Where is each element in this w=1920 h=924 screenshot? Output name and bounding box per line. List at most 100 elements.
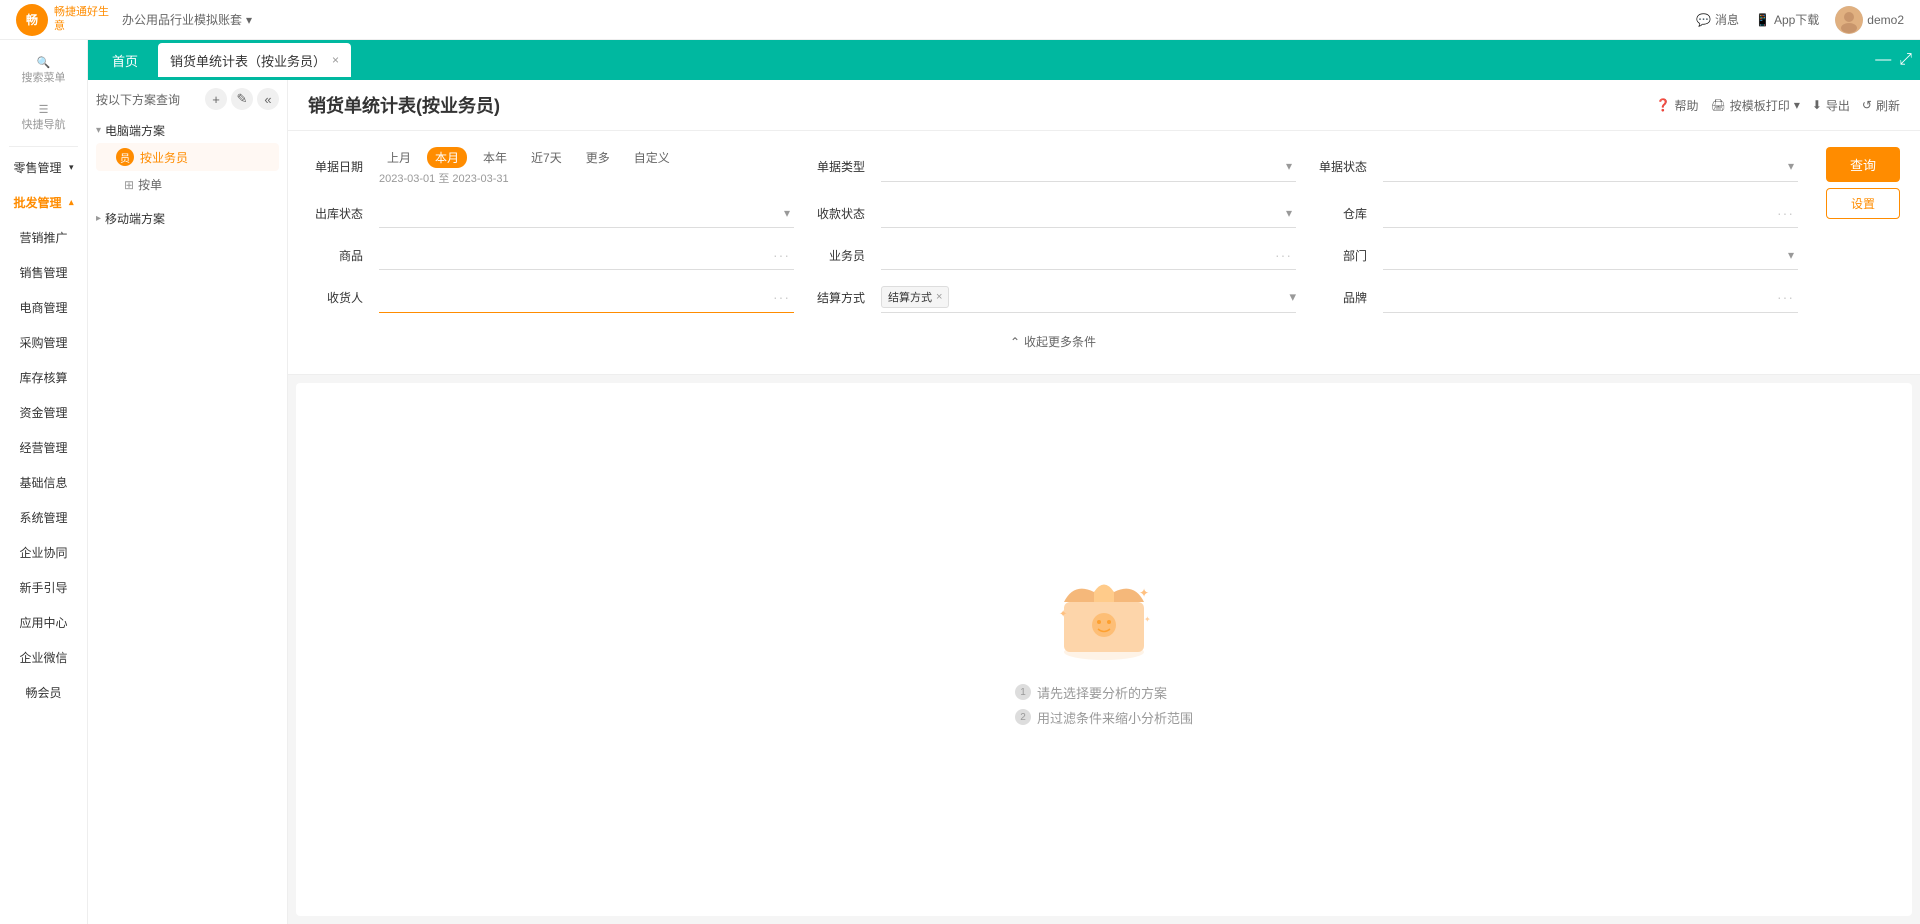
breadcrumb: 办公用品行业模拟账套 ▾ <box>122 11 252 28</box>
hint2-text: 用过滤条件来缩小分析范围 <box>1037 708 1193 727</box>
sidebar-item-operation[interactable]: 经营管理 <box>4 431 84 464</box>
tab-maximize-btn[interactable]: ⤢ <box>1899 51 1912 69</box>
sidebar-item-apps[interactable]: 应用中心 <box>4 606 84 639</box>
retail-arrow: ▾ <box>69 162 74 173</box>
scheme-panel-header: 按以下方案查询 + ✎ « <box>96 88 279 110</box>
date-more[interactable]: 更多 <box>578 147 618 168</box>
scheme-item-salesman[interactable]: 员 按业务员 <box>96 143 279 171</box>
sidebar-quick-nav[interactable]: ☰ 快捷导航 <box>4 95 84 140</box>
nav-icon: ☰ <box>39 104 49 116</box>
filter-row-4: 收货人 结算方式 结算方式 × ▾ 品牌 <box>308 282 1798 313</box>
collapse-row[interactable]: ⌃ 收起更多条件 <box>308 325 1798 358</box>
sidebar-item-ecom[interactable]: 电商管理 <box>4 291 84 324</box>
sidebar-item-basic[interactable]: 基础信息 <box>4 466 84 499</box>
refresh-btn[interactable]: ↺ 刷新 <box>1862 97 1900 114</box>
date-this-month[interactable]: 本月 <box>427 147 467 168</box>
avatar <box>1835 6 1863 34</box>
top-bar: 畅 畅捷通好生意 办公用品行业模拟账套 ▾ 💬 消息 📱 App下载 demo2 <box>0 0 1920 40</box>
settlement-remove[interactable]: × <box>936 291 942 303</box>
message-label: 消息 <box>1715 11 1739 28</box>
svg-text:✦: ✦ <box>1059 609 1067 620</box>
filter-row-2: 出库状态 收款状态 仓库 <box>308 198 1798 228</box>
tab-active[interactable]: 销货单统计表（按业务员） × <box>158 43 351 77</box>
sidebar-item-inventory[interactable]: 库存核算 <box>4 361 84 394</box>
scheme-edit-btn[interactable]: ✎ <box>231 88 253 110</box>
date-this-year[interactable]: 本年 <box>475 147 515 168</box>
empty-illustration: ✦ ✦ ✦ <box>1044 567 1164 667</box>
wholesale-arrow: ▴ <box>69 197 74 208</box>
stock-status-field[interactable] <box>379 198 794 228</box>
doc-status-field[interactable] <box>1383 152 1798 182</box>
brand-field[interactable] <box>1383 283 1798 313</box>
warehouse-field[interactable] <box>1383 198 1798 228</box>
date-custom[interactable]: 自定义 <box>626 147 678 168</box>
salesman-field[interactable] <box>881 240 1296 270</box>
sidebar-item-wholesale[interactable]: 批发管理 ▴ <box>4 186 84 219</box>
date-7days[interactable]: 近7天 <box>523 147 570 168</box>
page-header: 销货单统计表(按业务员) ❓ 帮助 🖨 按模板打印 ▾ ⬇ <box>288 80 1920 131</box>
sidebar-search[interactable]: 🔍 搜索菜单 <box>4 48 84 93</box>
sidebar-item-corp[interactable]: 企业协同 <box>4 536 84 569</box>
sidebar-item-system[interactable]: 系统管理 <box>4 501 84 534</box>
mobile-group-label[interactable]: ▸ 移动端方案 <box>96 206 279 231</box>
help-btn[interactable]: ❓ 帮助 <box>1656 97 1699 114</box>
main-layout: 🔍 搜索菜单 ☰ 快捷导航 零售管理 ▾ 批发管理 ▴ 营销推广 销售管理 电商… <box>0 40 1920 924</box>
tab-bar-right: — ⤢ <box>1875 51 1912 69</box>
mobile-arrow: ▸ <box>96 213 101 224</box>
settlement-field[interactable]: 结算方式 × ▾ <box>881 282 1296 313</box>
receiver-label: 收货人 <box>308 289 363 306</box>
scheme-panel-title: 按以下方案查询 <box>96 91 180 108</box>
export-btn[interactable]: ⬇ 导出 <box>1812 97 1850 114</box>
sidebar-item-sales[interactable]: 销售管理 <box>4 256 84 289</box>
logo-area: 畅 畅捷通好生意 <box>16 4 114 36</box>
date-range: 2023-03-01 至 2023-03-31 <box>379 170 794 186</box>
salesman-label: 业务员 <box>810 247 865 264</box>
settlement-tag: 结算方式 × <box>881 286 949 308</box>
collapse-arrow: ⌃ <box>1010 335 1020 349</box>
date-last-month[interactable]: 上月 <box>379 147 419 168</box>
page-title: 销货单统计表(按业务员) <box>308 92 500 118</box>
payment-status-label: 收款状态 <box>810 205 865 222</box>
payment-status-field[interactable] <box>881 198 1296 228</box>
sidebar-item-member[interactable]: 畅会员 <box>4 676 84 709</box>
tab-home[interactable]: 首页 <box>96 45 154 76</box>
doc-type-field[interactable] <box>881 152 1296 182</box>
print-arrow: ▾ <box>1794 98 1800 112</box>
sidebar-item-marketing[interactable]: 营销推广 <box>4 221 84 254</box>
desktop-group-label[interactable]: ▾ 电脑端方案 <box>96 118 279 143</box>
filter-row-3: 商品 业务员 部门 <box>308 240 1798 270</box>
settlement-label: 结算方式 <box>810 289 865 306</box>
tab-close-icon[interactable]: × <box>332 53 339 67</box>
goods-field[interactable] <box>379 240 794 270</box>
breadcrumb-text: 办公用品行业模拟账套 <box>122 11 242 28</box>
sidebar-item-newbie[interactable]: 新手引导 <box>4 571 84 604</box>
scheme-add-btn[interactable]: + <box>205 88 227 110</box>
order-icon: ⊞ <box>124 178 134 192</box>
filter-section: 单据日期 上月 本月 本年 近7天 更多 自定义 <box>308 147 1798 358</box>
tab-label: 销货单统计表（按业务员） <box>170 51 326 70</box>
search-icon: 🔍 <box>37 57 51 69</box>
sidebar-item-wechat[interactable]: 企业微信 <box>4 641 84 674</box>
hint1-num: 1 <box>1015 684 1031 700</box>
template-print-btn[interactable]: 🖨 按模板打印 ▾ <box>1711 97 1800 114</box>
hint1-text: 请先选择要分析的方案 <box>1037 683 1167 702</box>
app-download-btn[interactable]: 📱 App下载 <box>1755 11 1819 28</box>
user-avatar-area[interactable]: demo2 <box>1835 6 1904 34</box>
scheme-collapse-btn[interactable]: « <box>257 88 279 110</box>
sidebar-item-retail[interactable]: 零售管理 ▾ <box>4 151 84 184</box>
sidebar-item-purchase[interactable]: 采购管理 <box>4 326 84 359</box>
query-button[interactable]: 查询 <box>1826 147 1900 182</box>
receiver-field[interactable] <box>379 283 794 313</box>
tab-minimize-btn[interactable]: — <box>1875 51 1891 69</box>
filter-row-1: 单据日期 上月 本月 本年 近7天 更多 自定义 <box>308 147 1798 186</box>
sidebar-item-finance[interactable]: 资金管理 <box>4 396 84 429</box>
content-area: 首页 销货单统计表（按业务员） × — ⤢ 按以下方案查询 + ✎ « <box>88 40 1920 924</box>
warehouse-label: 仓库 <box>1312 205 1367 222</box>
settings-button[interactable]: 设置 <box>1826 188 1900 219</box>
stock-status-label: 出库状态 <box>308 205 363 222</box>
scheme-item-order[interactable]: ⊞ 按单 <box>96 171 279 198</box>
department-field[interactable] <box>1383 240 1798 270</box>
message-btn[interactable]: 💬 消息 <box>1696 11 1739 28</box>
tab-bar: 首页 销货单统计表（按业务员） × — ⤢ <box>88 40 1920 80</box>
help-icon: ❓ <box>1656 98 1671 112</box>
